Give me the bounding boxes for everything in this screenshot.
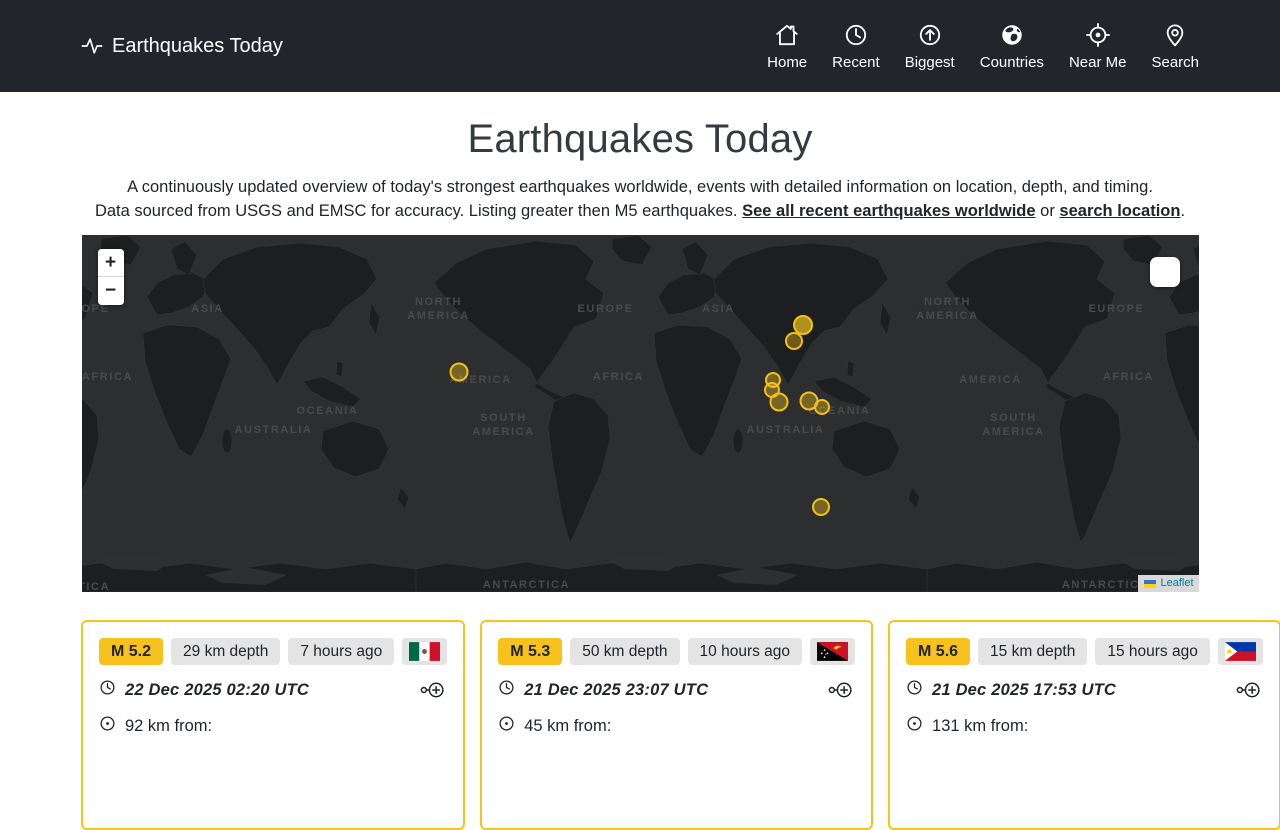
map-pin-icon <box>1162 22 1188 48</box>
clock-icon <box>99 679 116 701</box>
zoom-in-button[interactable]: + <box>97 249 124 277</box>
zoom-to-location-icon[interactable] <box>418 680 447 700</box>
zoom-to-location-icon[interactable] <box>1234 680 1263 700</box>
site-logo[interactable]: Earthquakes Today <box>81 35 283 58</box>
flag-mexico <box>402 638 448 665</box>
datetime-row: 21 Dec 2025 17:53 UTC <box>906 679 1263 701</box>
earthquake-marker[interactable] <box>813 399 830 415</box>
earthquake-card[interactable]: M 5.2 29 km depth 7 hours ago 22 Dec 202… <box>81 620 466 830</box>
header: Earthquakes Today Home Recent Biggest Co… <box>0 0 1280 92</box>
earthquake-card[interactable]: M 5.6 15 km depth 15 hours ago 21 Dec 20… <box>888 620 1280 830</box>
nav-item-countries[interactable]: Countries <box>980 22 1044 71</box>
site-logo-label: Earthquakes Today <box>112 34 283 57</box>
badges-row: M 5.6 15 km depth 15 hours ago <box>906 638 1263 665</box>
depth-badge: 50 km depth <box>570 638 680 665</box>
time-ago-badge: 10 hours ago <box>687 638 803 665</box>
activity-icon <box>81 35 103 57</box>
map-attribution: Leaflet <box>1138 575 1199 592</box>
badges-row: M 5.2 29 km depth 7 hours ago <box>99 638 448 665</box>
earthquake-marker[interactable] <box>811 498 830 516</box>
map-layers-button[interactable] <box>1149 257 1180 287</box>
conjunction-text: or <box>1040 202 1055 220</box>
distance-value: 45 km from: <box>524 716 612 735</box>
world-map[interactable]: EUROPEAFRICAASIAAUSTRALIAOCEANIANORTHAME… <box>81 235 1199 592</box>
arrow-up-circle-icon <box>917 22 943 48</box>
target-icon <box>99 715 116 737</box>
globe-icon <box>999 22 1025 48</box>
target-icon <box>906 715 923 737</box>
distance-row: 92 km from: <box>99 715 447 737</box>
page-description: A continuously updated overview of today… <box>81 175 1199 223</box>
datetime-row: 21 Dec 2025 23:07 UTC <box>498 679 855 701</box>
earthquake-marker[interactable] <box>449 362 468 382</box>
page-title: Earthquakes Today <box>467 117 813 161</box>
distance-row: 45 km from: <box>498 715 855 737</box>
clock-icon <box>843 22 869 48</box>
time-ago-badge: 15 hours ago <box>1095 638 1210 665</box>
ukraine-flag-icon <box>1144 579 1157 588</box>
nav-item-biggest[interactable]: Biggest <box>905 22 955 71</box>
description-line1: A continuously updated overview of today… <box>127 178 1153 196</box>
datetime-value: 22 Dec 2025 02:20 UTC <box>125 680 309 699</box>
nav-label: Recent <box>832 53 880 71</box>
leaflet-attribution-link[interactable]: Leaflet <box>1160 577 1193 589</box>
nav-label: Countries <box>979 53 1044 71</box>
magnitude-badge: M 5.2 <box>99 638 164 665</box>
flag-philippines <box>1217 638 1263 665</box>
flag-papua-new-guinea <box>810 638 856 665</box>
distance-row: 131 km from: <box>906 715 1263 737</box>
zoom-out-button[interactable]: − <box>97 277 124 305</box>
time-ago-badge: 7 hours ago <box>288 638 395 665</box>
earthquake-cards: M 5.2 29 km depth 7 hours ago 22 Dec 202… <box>81 620 1280 830</box>
datetime-row: 22 Dec 2025 02:20 UTC <box>99 679 447 701</box>
map-zoom-control: + − <box>97 249 124 305</box>
target-icon <box>498 715 515 737</box>
nav-item-search[interactable]: Search <box>1151 22 1199 71</box>
nav-item-near-me[interactable]: Near Me <box>1068 22 1127 71</box>
main-nav: Home Recent Biggest Countries Near Me Se… <box>767 22 1199 71</box>
locate-icon <box>1085 22 1111 48</box>
zoom-to-location-icon[interactable] <box>826 680 855 700</box>
earthquake-marker[interactable] <box>784 332 803 350</box>
nav-label: Biggest <box>904 53 955 71</box>
depth-badge: 29 km depth <box>171 638 281 665</box>
nav-item-recent[interactable]: Recent <box>832 22 880 71</box>
datetime-value: 21 Dec 2025 23:07 UTC <box>524 680 709 699</box>
datetime-value: 21 Dec 2025 17:53 UTC <box>932 680 1117 699</box>
depth-badge: 15 km depth <box>978 638 1088 665</box>
link-search-location[interactable]: search location <box>1059 202 1180 220</box>
home-icon <box>774 22 800 48</box>
clock-icon <box>498 679 515 701</box>
map-landmass <box>81 235 1199 592</box>
magnitude-badge: M 5.3 <box>498 638 563 665</box>
distance-value: 131 km from: <box>932 716 1029 735</box>
nav-label: Search <box>1151 53 1199 71</box>
nav-item-home[interactable]: Home <box>767 22 807 71</box>
nav-label: Near Me <box>1068 53 1127 71</box>
link-recent-earthquakes[interactable]: See all recent earthquakes worldwide <box>742 202 1035 220</box>
period-text: . <box>1180 202 1186 220</box>
earthquake-marker[interactable] <box>769 392 788 412</box>
description-line2-text: Data sourced from USGS and EMSC for accu… <box>94 202 738 220</box>
nav-label: Home <box>767 53 808 71</box>
clock-icon <box>906 679 923 701</box>
magnitude-badge: M 5.6 <box>906 638 971 665</box>
badges-row: M 5.3 50 km depth 10 hours ago <box>498 638 856 665</box>
distance-value: 92 km from: <box>125 716 213 735</box>
earthquake-card[interactable]: M 5.3 50 km depth 10 hours ago 21 Dec 20… <box>480 620 874 830</box>
description-line2: Data sourced from USGS and EMSC for accu… <box>81 199 1199 223</box>
